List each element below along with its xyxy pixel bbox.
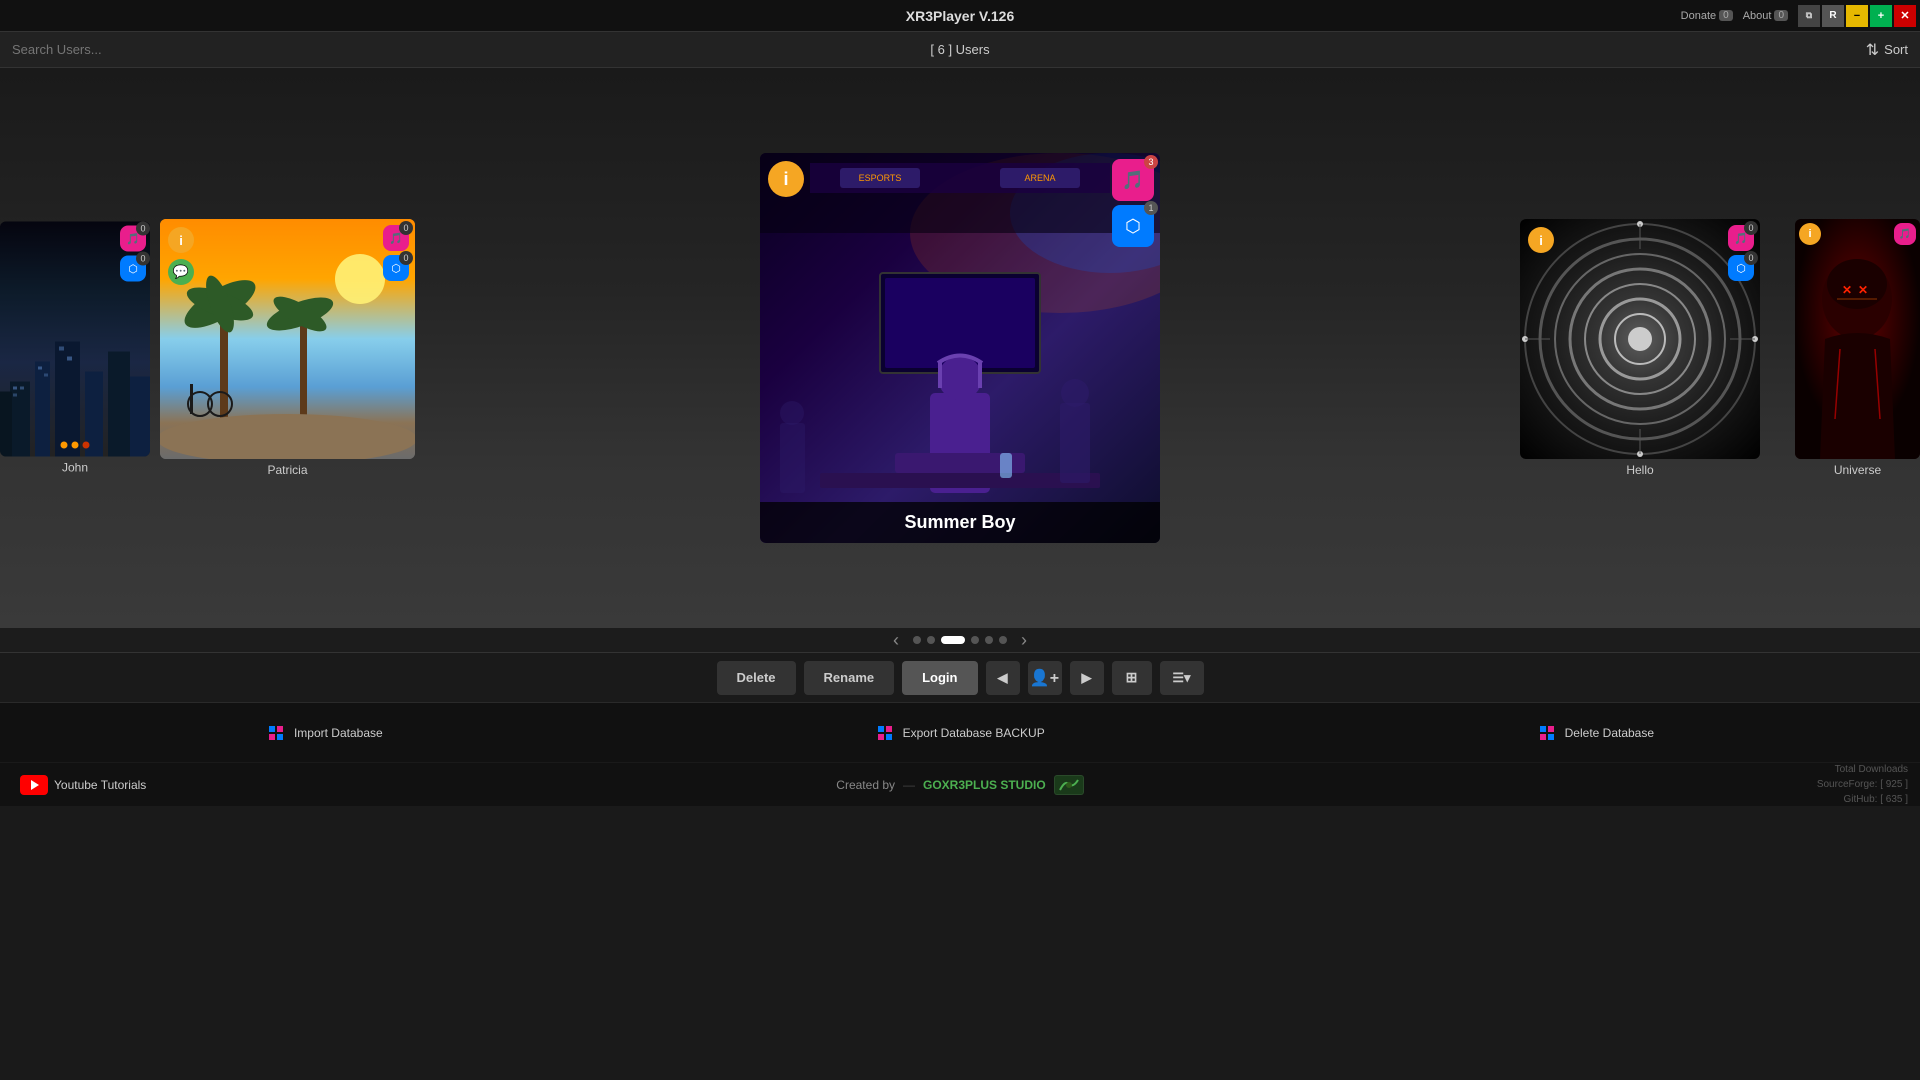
hello-badge-dropbox[interactable]: ⬡ 0 bbox=[1728, 255, 1754, 281]
hello-info-icon[interactable]: i bbox=[1528, 227, 1554, 253]
universe-name: Universe bbox=[1834, 463, 1881, 477]
youtube-tutorials-button[interactable]: Youtube Tutorials bbox=[20, 775, 146, 795]
delete-button[interactable]: Delete bbox=[717, 661, 796, 695]
r-button[interactable]: R bbox=[1822, 5, 1844, 27]
add-user-icon: 👤+ bbox=[1030, 668, 1059, 688]
next-user-icon: ▶ bbox=[1082, 670, 1092, 686]
grid-icon: ⊞ bbox=[1126, 669, 1138, 686]
user-card-summer-boy[interactable]: ESPORTS ARENA bbox=[760, 153, 1160, 543]
credit-bar: Youtube Tutorials Created by — GOXR3PLUS… bbox=[0, 762, 1920, 806]
svg-text:ARENA: ARENA bbox=[1024, 173, 1055, 183]
user-card-patricia[interactable]: i 💬 🎵 0 ⬡ 0 Patricia bbox=[160, 219, 415, 477]
youtube-play-icon bbox=[31, 780, 39, 790]
donate-link[interactable]: Donate 0 bbox=[1681, 10, 1733, 22]
hello-name: Hello bbox=[1626, 463, 1653, 477]
controls-bar: Delete Rename Login ◀ 👤+ ▶ ⊞ ☰▾ bbox=[0, 652, 1920, 702]
svg-text:✕: ✕ bbox=[1858, 283, 1868, 297]
dot-4[interactable] bbox=[971, 636, 979, 644]
hello-badge-music[interactable]: 🎵 0 bbox=[1728, 225, 1754, 251]
window-controls: Donate 0 About 0 ⧉ R − + ✕ bbox=[1681, 0, 1920, 31]
summer-boy-name-bar: Summer Boy bbox=[760, 502, 1160, 543]
dot-3-active[interactable] bbox=[941, 636, 965, 644]
login-button[interactable]: Login bbox=[902, 661, 977, 695]
patricia-badges: 🎵 0 ⬡ 0 bbox=[383, 225, 409, 281]
search-input[interactable] bbox=[12, 42, 312, 57]
patricia-badge-music[interactable]: 🎵 0 bbox=[383, 225, 409, 251]
dot-5[interactable] bbox=[985, 636, 993, 644]
maximize-button[interactable]: + bbox=[1870, 5, 1892, 27]
user-count: [ 6 ] Users bbox=[930, 42, 989, 57]
john-badges: 🎵 0 ⬡ 0 bbox=[120, 226, 146, 282]
searchbar: [ 6 ] Users ⇅ Sort bbox=[0, 32, 1920, 68]
dots-indicator: ‹ › bbox=[0, 628, 1920, 652]
patricia-badge-dropbox[interactable]: ⬡ 0 bbox=[383, 255, 409, 281]
menu-icon: ☰▾ bbox=[1172, 670, 1190, 686]
carousel-area: 🎵 0 ⬡ 0 John bbox=[0, 68, 1920, 628]
import-icon bbox=[266, 723, 286, 743]
patricia-msg-icon[interactable]: 💬 bbox=[168, 259, 194, 285]
carousel-prev-arrow[interactable]: ‹ bbox=[885, 630, 907, 651]
minimize-button[interactable]: − bbox=[1846, 5, 1868, 27]
summer-boy-info-icon[interactable]: i bbox=[768, 161, 804, 197]
delete-database-button[interactable]: Delete Database bbox=[1537, 723, 1654, 743]
universe-info-icon[interactable]: i bbox=[1799, 223, 1821, 245]
patricia-name: Patricia bbox=[267, 463, 307, 477]
summer-boy-badge-music[interactable]: 🎵 3 bbox=[1112, 159, 1154, 201]
dot-6[interactable] bbox=[999, 636, 1007, 644]
export-database-button[interactable]: Export Database BACKUP bbox=[875, 723, 1045, 743]
next-user-button[interactable]: ▶ bbox=[1070, 661, 1104, 695]
john-badge-dropbox[interactable]: ⬡ 0 bbox=[120, 256, 146, 282]
stats: Total Downloads SourceForge: [ 925 ] Git… bbox=[1817, 762, 1908, 807]
user-card-john[interactable]: 🎵 0 ⬡ 0 John bbox=[0, 222, 150, 475]
universe-badge-music[interactable]: 🎵 bbox=[1894, 223, 1916, 245]
close-button[interactable]: ✕ bbox=[1894, 5, 1916, 27]
prev-user-icon: ◀ bbox=[998, 670, 1008, 686]
dot-2[interactable] bbox=[927, 636, 935, 644]
svg-text:✕: ✕ bbox=[1842, 283, 1852, 297]
patricia-info-icon[interactable]: i bbox=[168, 227, 194, 253]
john-name: John bbox=[62, 461, 88, 475]
user-card-hello[interactable]: i 🎵 0 ⬡ 0 Hello bbox=[1520, 219, 1760, 477]
menu-button[interactable]: ☰▾ bbox=[1160, 661, 1204, 695]
rename-button[interactable]: Rename bbox=[804, 661, 895, 695]
restore-button[interactable]: ⧉ bbox=[1798, 5, 1820, 27]
import-database-button[interactable]: Import Database bbox=[266, 723, 383, 743]
universe-badges: 🎵 bbox=[1894, 223, 1916, 245]
app-title: XR3Player V.126 bbox=[906, 8, 1014, 24]
cards-container: 🎵 0 ⬡ 0 John bbox=[0, 68, 1920, 628]
svg-text:ESPORTS: ESPORTS bbox=[859, 173, 902, 183]
sort-icon: ⇅ bbox=[1866, 40, 1879, 60]
prev-user-button[interactable]: ◀ bbox=[986, 661, 1020, 695]
add-user-button[interactable]: 👤+ bbox=[1028, 661, 1062, 695]
delete-db-icon bbox=[1537, 723, 1557, 743]
grid-view-button[interactable]: ⊞ bbox=[1112, 661, 1152, 695]
summer-boy-badge-dropbox[interactable]: ⬡ 1 bbox=[1112, 205, 1154, 247]
sort-button[interactable]: ⇅ Sort bbox=[1866, 40, 1908, 60]
john-badge-music[interactable]: 🎵 0 bbox=[120, 226, 146, 252]
export-icon bbox=[875, 723, 895, 743]
youtube-icon bbox=[20, 775, 48, 795]
footer: Import Database Export Database BACKUP D… bbox=[0, 702, 1920, 762]
summer-boy-badges: 🎵 3 ⬡ 1 bbox=[1112, 159, 1154, 247]
dot-1[interactable] bbox=[913, 636, 921, 644]
titlebar: XR3Player V.126 Donate 0 About 0 ⧉ R − +… bbox=[0, 0, 1920, 32]
studio-logo bbox=[1054, 775, 1084, 795]
carousel-next-arrow[interactable]: › bbox=[1013, 630, 1035, 651]
user-card-universe[interactable]: ✕ ✕ i 🎵 Univ bbox=[1795, 219, 1920, 477]
about-link[interactable]: About 0 bbox=[1743, 10, 1788, 22]
hello-badges: 🎵 0 ⬡ 0 bbox=[1728, 225, 1754, 281]
toplinks: Donate 0 About 0 bbox=[1681, 10, 1788, 22]
credit-separator: — bbox=[903, 778, 915, 792]
